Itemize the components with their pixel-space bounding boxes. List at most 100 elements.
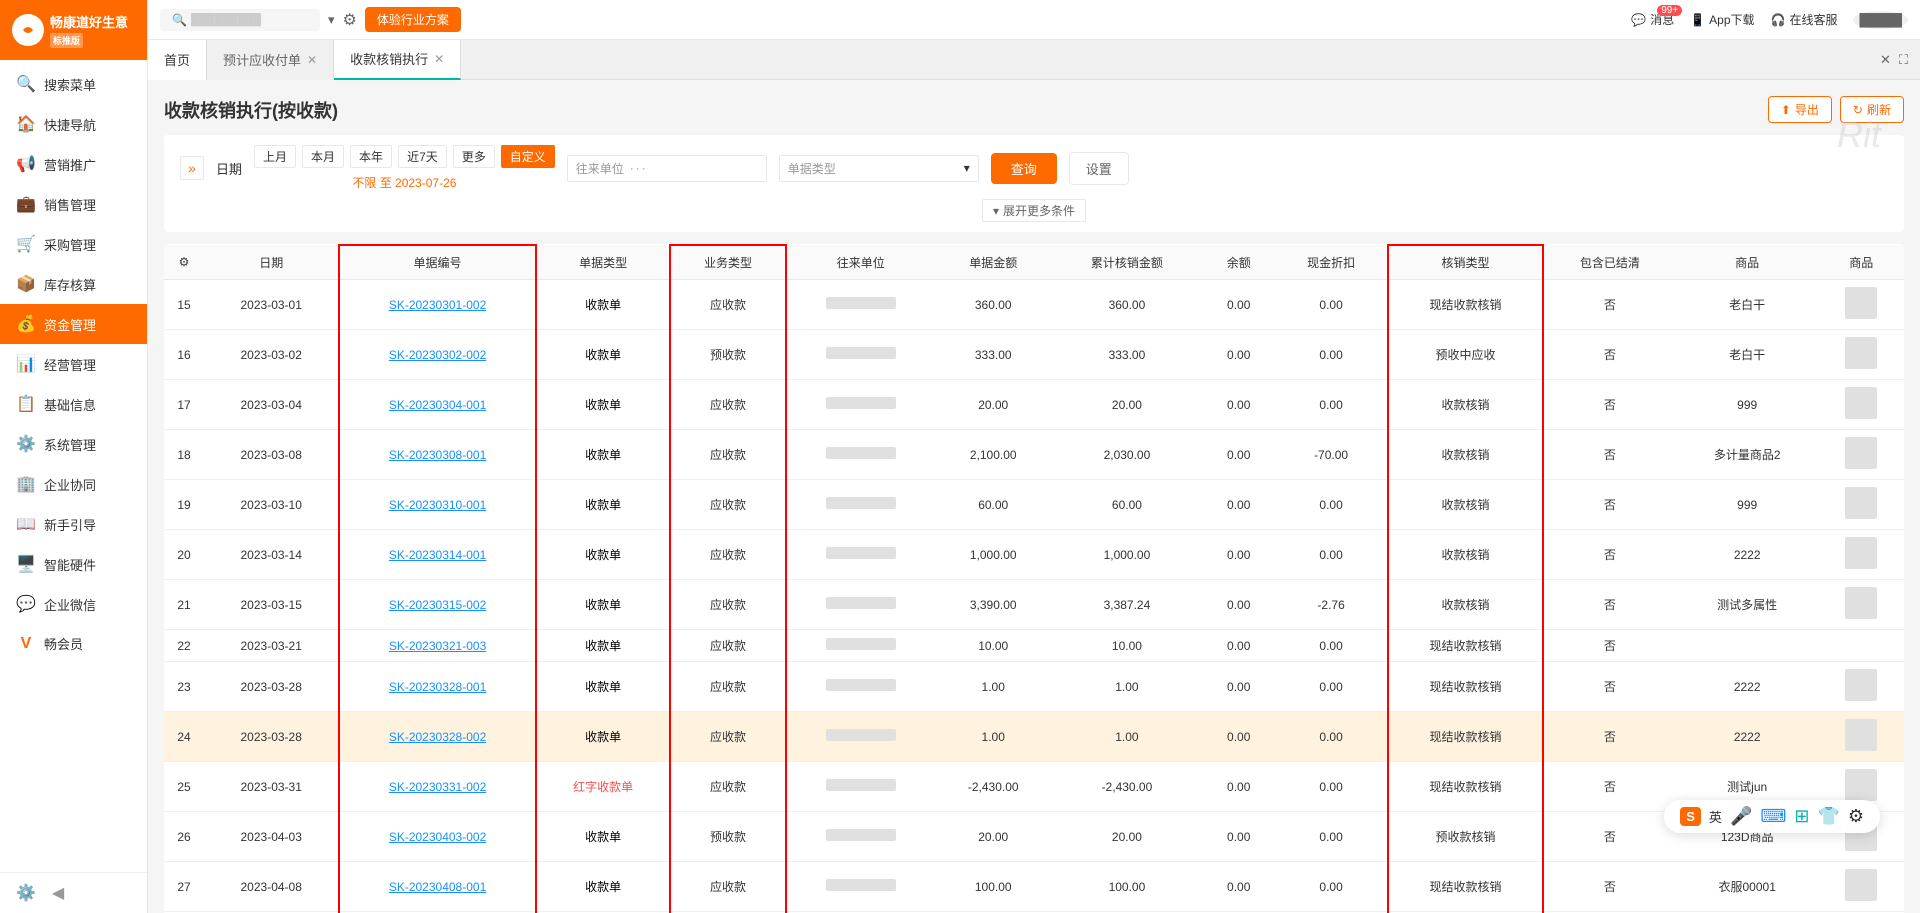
cell-cash-discount: -2.76 (1275, 580, 1388, 630)
query-button[interactable]: 查询 (991, 153, 1057, 184)
billno-link[interactable]: SK-20230302-002 (389, 348, 486, 362)
topbar-app-download-button[interactable]: 📱 App下载 (1690, 11, 1754, 28)
sidebar-item-sales[interactable]: 💼 销售管理 (0, 184, 147, 224)
billno-link[interactable]: SK-20230314-001 (389, 548, 486, 562)
tab-close-all-button[interactable]: ✕ (1880, 52, 1891, 68)
ime-grid-button[interactable]: ⊞ (1794, 806, 1809, 827)
topbar-user[interactable]: █████ (1853, 13, 1908, 27)
sidebar-item-system[interactable]: ⚙️ 系统管理 (0, 424, 147, 464)
tab-home[interactable]: 首页 (148, 40, 207, 80)
export-button[interactable]: ⬆ 导出 (1768, 96, 1832, 123)
sidebar-item-hardware[interactable]: 🖥️ 智能硬件 (0, 544, 147, 584)
cell-cash-discount: 0.00 (1275, 480, 1388, 530)
ime-microphone-button[interactable]: 🎤 (1730, 806, 1752, 827)
refresh-button[interactable]: ↻ 刷新 (1840, 96, 1904, 123)
cell-no: 22 (164, 630, 204, 662)
cell-date: 2023-03-02 (204, 330, 339, 380)
cell-writeoff-total: 10.00 (1051, 630, 1202, 662)
topbar-dropdown-button[interactable]: ▾ (328, 12, 335, 28)
billno-link[interactable]: SK-20230304-001 (389, 398, 486, 412)
sidebar-collapse-button[interactable]: ◀ (52, 883, 64, 903)
ime-settings-button[interactable]: ⚙ (1848, 806, 1864, 827)
table-row: 26 2023-04-03 SK-20230403-002 收款单 预收款 20… (164, 812, 1904, 862)
table-row: 17 2023-03-04 SK-20230304-001 收款单 应收款 20… (164, 380, 1904, 430)
billno-link[interactable]: SK-20230328-001 (389, 680, 486, 694)
sidebar-item-company[interactable]: 🏢 企业协同 (0, 464, 147, 504)
industry-solution-button[interactable]: 体验行业方案 (365, 7, 461, 32)
sidebar-item-finance[interactable]: 💰 资金管理 (0, 304, 147, 344)
billno-link[interactable]: SK-20230315-002 (389, 598, 486, 612)
filter-recent7-button[interactable]: 近7天 (398, 145, 447, 168)
billno-link[interactable]: SK-20230308-001 (389, 448, 486, 462)
filter-last-month-button[interactable]: 上月 (254, 145, 296, 168)
sidebar-item-operation[interactable]: 📊 经营管理 (0, 344, 147, 384)
tab-receivables[interactable]: 收款核销执行 ✕ (334, 40, 461, 80)
topbar-online-service-button[interactable]: 🎧 在线客服 (1771, 11, 1838, 28)
cell-biztype: 应收款 (670, 580, 785, 630)
cell-billtype: 收款单 (536, 430, 671, 480)
billno-link[interactable]: SK-20230403-002 (389, 830, 486, 844)
cell-no: 25 (164, 762, 204, 812)
ime-keyboard-button[interactable]: ⌨ (1760, 806, 1786, 827)
topbar-message-button[interactable]: 💬 消息 99+ (1631, 11, 1674, 28)
col-biztype-header: 业务类型 (670, 245, 785, 280)
cell-include-settled: 否 (1543, 762, 1676, 812)
billno-link[interactable]: SK-20230301-002 (389, 298, 486, 312)
cell-balance: 0.00 (1203, 630, 1275, 662)
cell-writetype: 收款核销 (1388, 480, 1543, 530)
cell-include-settled: 否 (1543, 280, 1676, 330)
tab-receivables-close-button[interactable]: ✕ (434, 52, 444, 66)
ime-lang-label[interactable]: 英 (1709, 807, 1722, 826)
billno-link[interactable]: SK-20230408-001 (389, 880, 486, 894)
filter-counterpart-field[interactable]: 往来单位 ··· (567, 155, 767, 182)
page-content: 收款核销执行(按收款) ⬆ 导出 ↻ 刷新 » 日期 上月 (148, 80, 1920, 913)
sidebar-item-wechat[interactable]: 💬 企业微信 (0, 584, 147, 624)
expand-more-button[interactable]: ▾ 展开更多条件 (982, 199, 1086, 222)
filter-this-year-button[interactable]: 本年 (350, 145, 392, 168)
sidebar-item-purchase[interactable]: 🛒 采购管理 (0, 224, 147, 264)
cell-amount: 1.00 (935, 662, 1051, 712)
col-balance-header: 余额 (1203, 245, 1275, 280)
cell-writeoff-total: -2,430.00 (1051, 762, 1202, 812)
topbar-search[interactable]: 🔍 █████████ (160, 9, 320, 31)
filter-bill-type-select[interactable]: 单据类型 ▾ (779, 155, 979, 182)
billno-link[interactable]: SK-20230321-003 (389, 639, 486, 653)
tab-prereceipt-close-button[interactable]: ✕ (307, 53, 317, 67)
sidebar-item-basic[interactable]: 📋 基础信息 (0, 384, 147, 424)
filter-expand-more: ▾ 展开更多条件 (180, 199, 1888, 222)
cell-balance: 0.00 (1203, 430, 1275, 480)
filter-setting-button[interactable]: 设置 (1069, 152, 1129, 185)
ime-shirt-button[interactable]: 👕 (1817, 806, 1839, 827)
filter-expand-left-button[interactable]: » (180, 156, 204, 180)
settings-icon[interactable]: ⚙ (179, 255, 190, 269)
basic-icon: 📋 (16, 394, 36, 414)
filter-more-button[interactable]: 更多 (453, 145, 495, 168)
cell-billtype: 收款单 (536, 280, 671, 330)
filter-custom-button[interactable]: 自定义 (501, 145, 555, 168)
cell-amount: 1,000.00 (935, 530, 1051, 580)
filter-date-buttons: 上月 本月 本年 近7天 更多 自定义 (254, 145, 555, 168)
sidebar-settings-button[interactable]: ⚙️ (16, 883, 36, 903)
tab-prereceipt[interactable]: 预计应收付单 ✕ (207, 40, 334, 80)
cell-billtype: 收款单 (536, 580, 671, 630)
cell-include-settled: 否 (1543, 630, 1676, 662)
sidebar-item-search[interactable]: 🔍 搜索菜单 (0, 64, 147, 104)
cell-biztype: 应收款 (670, 430, 785, 480)
sidebar-item-quicknav[interactable]: 🏠 快捷导航 (0, 104, 147, 144)
cell-balance: 0.00 (1203, 812, 1275, 862)
col-settings-header[interactable]: ⚙ (164, 245, 204, 280)
page-title: 收款核销执行(按收款) (164, 97, 338, 123)
topbar-gear-button[interactable]: ⚙ (343, 10, 357, 30)
cell-writeoff-total: 2,030.00 (1051, 430, 1202, 480)
sidebar-item-guide[interactable]: 📖 新手引导 (0, 504, 147, 544)
filter-this-month-button[interactable]: 本月 (302, 145, 344, 168)
billno-link[interactable]: SK-20230331-002 (389, 780, 486, 794)
sidebar-item-inventory[interactable]: 📦 库存核算 (0, 264, 147, 304)
cell-cash-discount: 0.00 (1275, 280, 1388, 330)
tab-fullscreen-button[interactable]: ⛶ (1899, 52, 1908, 68)
sidebar-item-member[interactable]: V 畅会员 (0, 624, 147, 663)
billno-link[interactable]: SK-20230328-002 (389, 730, 486, 744)
billno-link[interactable]: SK-20230310-001 (389, 498, 486, 512)
sidebar-item-marketing[interactable]: 📢 营销推广 (0, 144, 147, 184)
cell-include-settled: 否 (1543, 430, 1676, 480)
